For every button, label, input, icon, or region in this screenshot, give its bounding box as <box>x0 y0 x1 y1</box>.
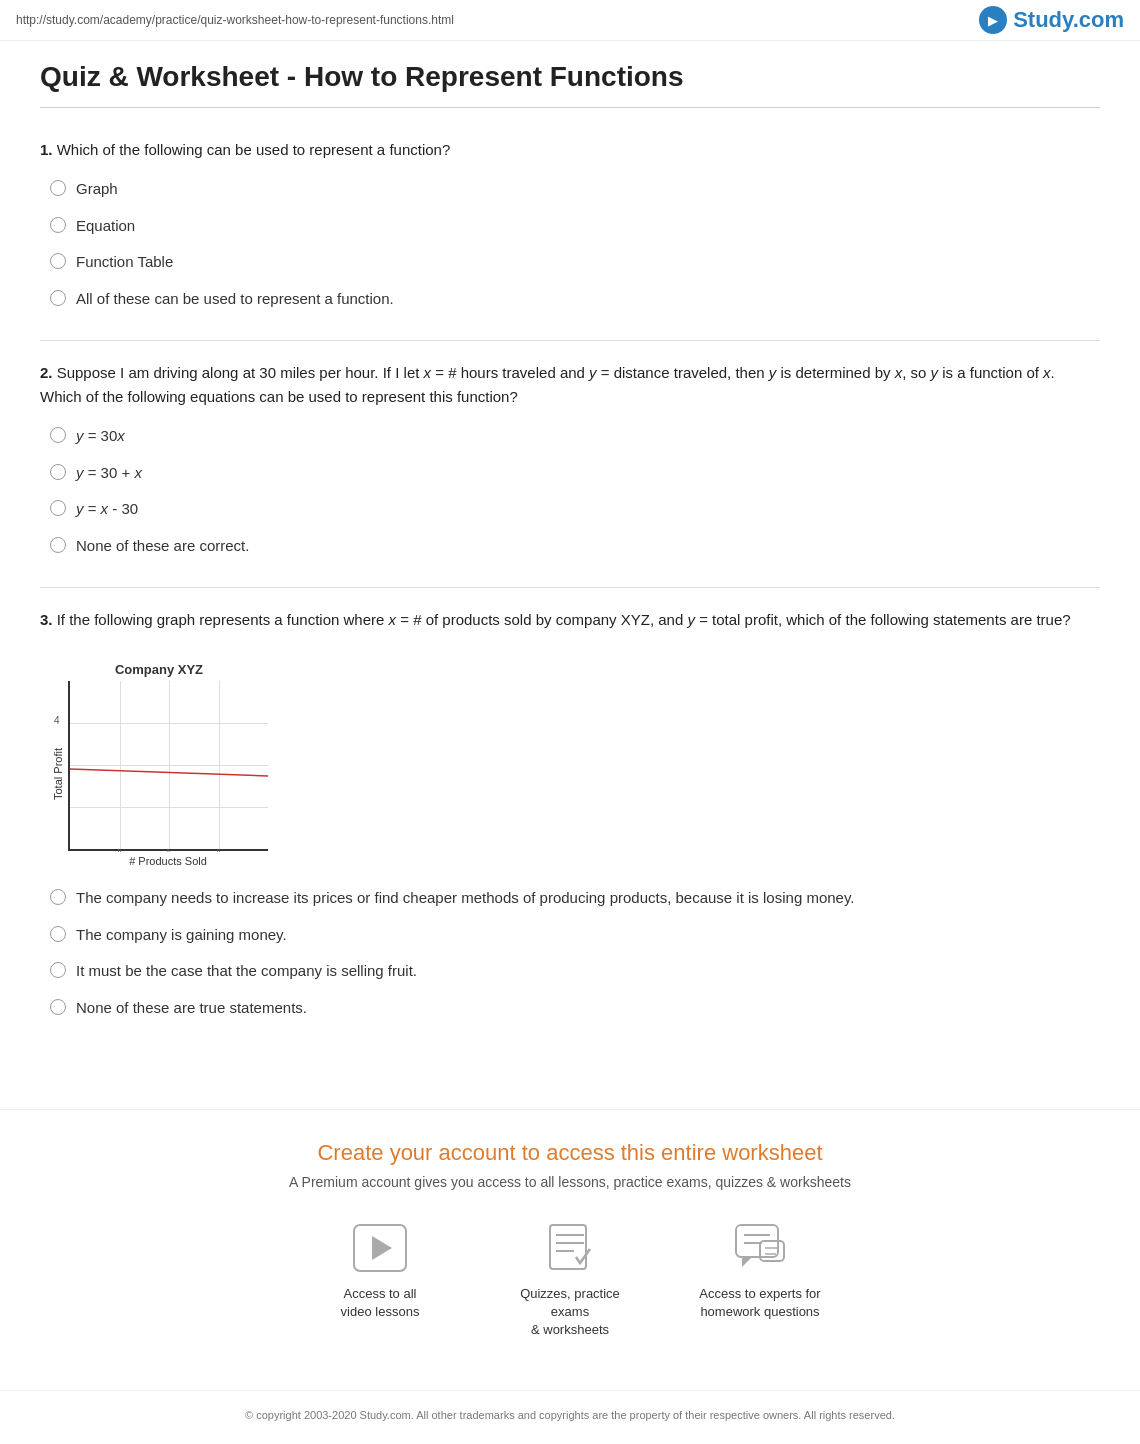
graph-area: 4 ⁿ ⁿ ⁿ <box>68 681 268 851</box>
logo-area: ▶ Study.com <box>979 6 1124 34</box>
cta-subtitle: A Premium account gives you access to al… <box>40 1174 1100 1190</box>
question-2-number: 2. <box>40 364 53 381</box>
option-label-2-2: y = 30 + x <box>76 462 142 485</box>
radio-1-4[interactable] <box>50 290 66 306</box>
question-3: 3. If the following graph represents a f… <box>40 608 1100 1019</box>
cta-title: Create your account to access this entir… <box>40 1140 1100 1166</box>
question-2-option-2[interactable]: y = 30 + x <box>40 462 1100 485</box>
question-1-number: 1. <box>40 141 53 158</box>
option-label-1-4: All of these can be used to represent a … <box>76 288 394 311</box>
graph-line-svg <box>70 681 270 851</box>
logo-text: Study.com <box>1013 7 1124 33</box>
graph-title: Company XYZ <box>50 662 268 677</box>
var-y1: y <box>589 364 597 381</box>
question-3-text: 3. If the following graph represents a f… <box>40 608 1100 632</box>
question-1-text: 1. Which of the following can be used to… <box>40 138 1100 162</box>
graph-tick-y-1: 4 <box>54 715 60 726</box>
option-label-3-4: None of these are true statements. <box>76 997 307 1020</box>
cta-feature-experts-label: Access to experts forhomework questions <box>699 1285 820 1321</box>
question-2-text: 2. Suppose I am driving along at 30 mile… <box>40 361 1100 409</box>
chat-icon <box>732 1223 788 1273</box>
cta-feature-video-label: Access to allvideo lessons <box>341 1285 420 1321</box>
question-1-option-2[interactable]: Equation <box>40 215 1100 238</box>
cta-icon-quizzes <box>540 1220 600 1275</box>
graph-tick-x-3: ⁿ <box>217 846 221 857</box>
logo-study: Study <box>1013 7 1072 32</box>
y-axis-label: Total Profit <box>50 681 66 867</box>
option-label-3-2: The company is gaining money. <box>76 924 287 947</box>
cta-feature-quizzes-label: Quizzes, practice exams& worksheets <box>505 1285 635 1340</box>
graph-tick-x-2: ⁿ <box>167 846 171 857</box>
option-label-2-3: y = x - 30 <box>76 498 138 521</box>
main-content: Quiz & Worksheet - How to Represent Func… <box>0 41 1140 1089</box>
question-3-option-4[interactable]: None of these are true statements. <box>40 997 1100 1020</box>
divider-2 <box>40 587 1100 588</box>
question-1-option-4[interactable]: All of these can be used to represent a … <box>40 288 1100 311</box>
radio-3-3[interactable] <box>50 962 66 978</box>
question-1-option-1[interactable]: Graph <box>40 178 1100 201</box>
option-label-1-1: Graph <box>76 178 118 201</box>
option-label-1-2: Equation <box>76 215 135 238</box>
page-title: Quiz & Worksheet - How to Represent Func… <box>40 61 1100 108</box>
radio-1-2[interactable] <box>50 217 66 233</box>
cta-icon-video <box>350 1220 410 1275</box>
play-icon <box>352 1223 408 1273</box>
radio-1-3[interactable] <box>50 253 66 269</box>
cta-feature-video: Access to allvideo lessons <box>315 1220 445 1340</box>
question-2: 2. Suppose I am driving along at 30 mile… <box>40 361 1100 557</box>
radio-2-2[interactable] <box>50 464 66 480</box>
var-x-q3: x <box>389 611 397 628</box>
question-1-body: Which of the following can be used to re… <box>57 141 451 158</box>
question-3-option-2[interactable]: The company is gaining money. <box>40 924 1100 947</box>
var-x1: x <box>424 364 432 381</box>
option-label-2-1: y = 30x <box>76 425 125 448</box>
cta-section: Create your account to access this entir… <box>0 1109 1140 1390</box>
cta-feature-quizzes: Quizzes, practice exams& worksheets <box>505 1220 635 1340</box>
option-label-3-3: It must be the case that the company is … <box>76 960 417 983</box>
question-3-option-1[interactable]: The company needs to increase its prices… <box>40 887 1100 910</box>
var-x2: x <box>895 364 903 381</box>
radio-1-1[interactable] <box>50 180 66 196</box>
question-2-option-1[interactable]: y = 30x <box>40 425 1100 448</box>
svg-marker-2 <box>372 1236 392 1260</box>
top-bar: http://study.com/academy/practice/quiz-w… <box>0 0 1140 41</box>
var-y2: y <box>769 364 777 381</box>
radio-2-3[interactable] <box>50 500 66 516</box>
footer: © copyright 2003-2020 Study.com. All oth… <box>0 1390 1140 1440</box>
radio-3-2[interactable] <box>50 926 66 942</box>
radio-3-1[interactable] <box>50 889 66 905</box>
graph-tick-x-1: ⁿ <box>118 846 122 857</box>
divider-1 <box>40 340 1100 341</box>
question-2-option-4[interactable]: None of these are correct. <box>40 535 1100 558</box>
cta-features: Access to allvideo lessons Quizzes, prac… <box>40 1220 1100 1340</box>
radio-3-4[interactable] <box>50 999 66 1015</box>
svg-marker-10 <box>742 1257 752 1267</box>
graph-container: Company XYZ Total Profit <box>50 662 268 867</box>
radio-2-4[interactable] <box>50 537 66 553</box>
question-3-option-3[interactable]: It must be the case that the company is … <box>40 960 1100 983</box>
var-x3: x <box>1043 364 1051 381</box>
var-y3: y <box>931 364 939 381</box>
svg-line-0 <box>70 769 268 776</box>
cta-icon-experts <box>730 1220 790 1275</box>
var-y-q3: y <box>687 611 695 628</box>
graph-wrapper: Total Profit <box>50 681 268 867</box>
cta-feature-experts: Access to experts forhomework questions <box>695 1220 825 1340</box>
question-2-option-3[interactable]: y = x - 30 <box>40 498 1100 521</box>
logo-play-icon: ▶ <box>979 6 1007 34</box>
browser-url: http://study.com/academy/practice/quiz-w… <box>16 13 454 27</box>
question-1: 1. Which of the following can be used to… <box>40 138 1100 310</box>
question-3-number: 3. <box>40 611 53 628</box>
radio-2-1[interactable] <box>50 427 66 443</box>
option-label-2-4: None of these are correct. <box>76 535 249 558</box>
option-label-3-1: The company needs to increase its prices… <box>76 887 854 910</box>
question-1-option-3[interactable]: Function Table <box>40 251 1100 274</box>
logo-dotcom: .com <box>1073 7 1124 32</box>
option-label-1-3: Function Table <box>76 251 173 274</box>
quiz-icon <box>542 1223 598 1273</box>
